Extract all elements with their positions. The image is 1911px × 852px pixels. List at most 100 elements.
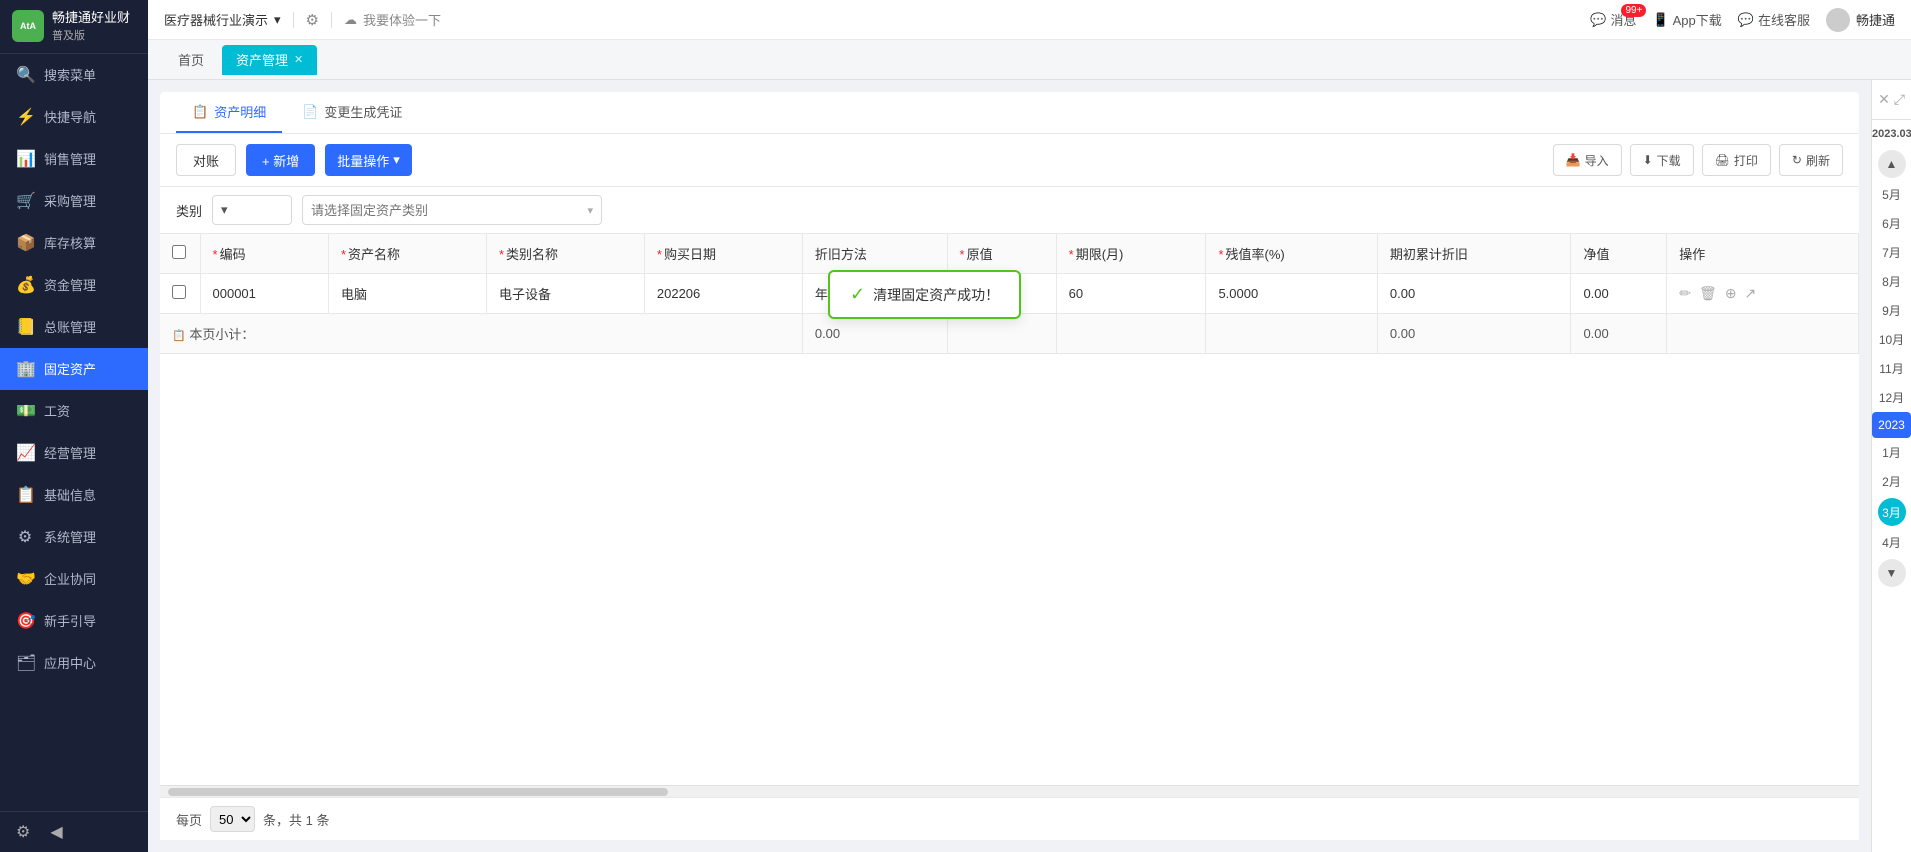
scrollbar-thumb bbox=[168, 788, 668, 796]
sidebar-item-label: 采购管理 bbox=[44, 191, 96, 210]
panel-month-6[interactable]: 6月 bbox=[1872, 209, 1911, 238]
sidebar-item-management[interactable]: 📈 经营管理 bbox=[0, 432, 148, 474]
panel-year-label: 2023.03 bbox=[1872, 120, 1911, 148]
subtotal-actions bbox=[1667, 314, 1859, 354]
sidebar-item-assets[interactable]: 🏢 固定资产 bbox=[0, 348, 148, 390]
delete-icon[interactable]: 🗑 bbox=[1699, 285, 1717, 302]
tab-assets-mgmt[interactable]: 资产管理 ✕ bbox=[222, 45, 317, 75]
payroll-icon: 💵 bbox=[16, 401, 34, 421]
sidebar-item-label: 经营管理 bbox=[44, 443, 96, 462]
sidebar-item-payroll[interactable]: 💵 工资 bbox=[0, 390, 148, 432]
panel-month-11[interactable]: 11月 bbox=[1872, 354, 1911, 383]
purchase-icon: 🛒 bbox=[16, 191, 34, 211]
import-button[interactable]: 📥 导入 bbox=[1553, 144, 1622, 176]
sub-tab-asset-list[interactable]: 📋 资产明细 bbox=[176, 92, 282, 133]
download-icon: ⬇ bbox=[1643, 153, 1653, 167]
system-icon: ⚙ bbox=[16, 527, 34, 547]
reconcile-button[interactable]: 对账 bbox=[176, 144, 236, 176]
success-text: 清理固定资产成功！ bbox=[873, 285, 999, 305]
tab-home[interactable]: 首页 bbox=[164, 45, 218, 75]
panel-nav-down[interactable]: ▼ bbox=[1878, 559, 1906, 587]
app-download-button[interactable]: 📱 App下载 bbox=[1652, 10, 1721, 29]
management-icon: 📈 bbox=[16, 443, 34, 463]
batch-button[interactable]: 批量操作 ▾ bbox=[325, 144, 412, 176]
sidebar-item-inventory[interactable]: 📦 库存核算 bbox=[0, 222, 148, 264]
subtotal-empty3 bbox=[1206, 314, 1377, 354]
sidebar: AtA 畅捷通好业财 普及版 🔍 搜索菜单 ⚡ 快捷导航 📊 销售管理 🛒 采购… bbox=[0, 0, 148, 852]
sidebar-item-ledger[interactable]: 📒 总账管理 bbox=[0, 306, 148, 348]
sidebar-item-quicknav[interactable]: ⚡ 快捷导航 bbox=[0, 96, 148, 138]
sidebar-item-guide[interactable]: 🎯 新手引导 bbox=[0, 600, 148, 642]
copy-icon[interactable]: ⊕ bbox=[1725, 285, 1737, 302]
success-popup: ✓ 清理固定资产成功！ bbox=[828, 270, 1021, 319]
online-service-button[interactable]: 💬 在线客服 bbox=[1738, 10, 1810, 29]
panel-month-2[interactable]: 2月 bbox=[1872, 467, 1911, 496]
sidebar-item-label: 系统管理 bbox=[44, 527, 96, 546]
col-initial-accum-depr: 期初累计折旧 bbox=[1377, 234, 1571, 274]
panel-month-9[interactable]: 9月 bbox=[1872, 296, 1911, 325]
row-code: 000001 bbox=[200, 274, 328, 314]
row-actions: ✏ 🗑 ⊕ ↗ bbox=[1667, 274, 1859, 314]
message-button[interactable]: 💬 消息 99+ bbox=[1590, 10, 1636, 29]
col-original-value: *原值 bbox=[947, 234, 1056, 274]
col-name: *资产名称 bbox=[328, 234, 486, 274]
new-button[interactable]: + 新增 bbox=[246, 144, 315, 176]
batch-dropdown-icon: ▾ bbox=[393, 152, 400, 168]
sidebar-item-search[interactable]: 🔍 搜索菜单 bbox=[0, 54, 148, 96]
panel-nav-up[interactable]: ▲ bbox=[1878, 150, 1906, 178]
company-selector[interactable]: 医疗器械行业演示 ▾ bbox=[164, 10, 281, 29]
panel-month-3[interactable]: 3月 bbox=[1878, 498, 1906, 526]
panel-month-10[interactable]: 10月 bbox=[1872, 325, 1911, 354]
sub-tab-voucher[interactable]: 📄 变更生成凭证 bbox=[286, 92, 418, 133]
sidebar-item-basic[interactable]: 📋 基础信息 bbox=[0, 474, 148, 516]
subtotal-initial: 0.00 bbox=[1377, 314, 1571, 354]
per-page-select[interactable]: 50 bbox=[210, 806, 255, 832]
refresh-label: 刷新 bbox=[1806, 152, 1830, 169]
settings-gear-icon[interactable]: ⚙ bbox=[306, 11, 319, 29]
category-input[interactable] bbox=[311, 203, 587, 218]
panel-month-1[interactable]: 1月 bbox=[1872, 438, 1911, 467]
panel-month-5[interactable]: 5月 bbox=[1872, 180, 1911, 209]
sidebar-item-purchase[interactable]: 🛒 采购管理 bbox=[0, 180, 148, 222]
row-net-value: 0.00 bbox=[1571, 274, 1667, 314]
sidebar-item-apps[interactable]: 🗂 应用中心 bbox=[0, 642, 148, 684]
panel-month-8[interactable]: 8月 bbox=[1872, 267, 1911, 296]
sidebar-item-label: 库存核算 bbox=[44, 233, 96, 252]
panel-month-12[interactable]: 12月 bbox=[1872, 383, 1911, 412]
row-checkbox[interactable] bbox=[172, 285, 186, 299]
sidebar-item-system[interactable]: ⚙ 系统管理 bbox=[0, 516, 148, 558]
settings-icon[interactable]: ⚙ bbox=[16, 822, 30, 842]
panel-expand-icon[interactable]: ⤢ bbox=[1894, 91, 1905, 108]
sidebar-item-sales[interactable]: 📊 销售管理 bbox=[0, 138, 148, 180]
edit-icon[interactable]: ✏ bbox=[1679, 285, 1691, 302]
sidebar-item-funds[interactable]: 💰 资金管理 bbox=[0, 264, 148, 306]
panel-close-icon[interactable]: ✕ bbox=[1878, 91, 1890, 108]
panel-month-4[interactable]: 4月 bbox=[1872, 528, 1911, 557]
message-badge: 99+ bbox=[1621, 4, 1646, 17]
quicknav-icon: ⚡ bbox=[16, 107, 34, 127]
tab-close-icon[interactable]: ✕ bbox=[294, 53, 303, 66]
user-menu[interactable]: 畅捷通 bbox=[1826, 8, 1895, 32]
toolbar-right: 📥 导入 ⬇ 下载 🖨 打印 ↻ 刷新 bbox=[1553, 144, 1843, 176]
panel-month-7[interactable]: 7月 bbox=[1872, 238, 1911, 267]
service-label: 在线客服 bbox=[1758, 10, 1810, 29]
sidebar-item-label: 工资 bbox=[44, 401, 70, 420]
experience-button[interactable]: ☁ 我要体验一下 bbox=[344, 10, 441, 29]
sidebar-item-collab[interactable]: 🤝 企业协同 bbox=[0, 558, 148, 600]
subtotal-empty1 bbox=[947, 314, 1056, 354]
experience-label: 我要体验一下 bbox=[363, 10, 441, 29]
sidebar-item-label: 应用中心 bbox=[44, 653, 96, 672]
category-select[interactable]: ▾ bbox=[212, 195, 292, 225]
action-icons: ✏ 🗑 ⊕ ↗ bbox=[1679, 285, 1846, 302]
refresh-button[interactable]: ↻ 刷新 bbox=[1779, 144, 1843, 176]
print-button[interactable]: 🖨 打印 bbox=[1702, 144, 1771, 176]
collapse-icon[interactable]: ◀ bbox=[50, 822, 62, 842]
panel-year-2023[interactable]: 2023 bbox=[1872, 412, 1911, 438]
horizontal-scrollbar[interactable] bbox=[160, 785, 1859, 797]
download-button[interactable]: ⬇ 下载 bbox=[1630, 144, 1694, 176]
select-all-checkbox[interactable] bbox=[172, 245, 186, 259]
subtotal-row: 📋 本页小计： 0.00 0.00 0.00 bbox=[160, 314, 1859, 354]
more-icon[interactable]: ↗ bbox=[1745, 285, 1757, 302]
mobile-icon: 📱 bbox=[1652, 12, 1668, 28]
ledger-icon: 📒 bbox=[16, 317, 34, 337]
